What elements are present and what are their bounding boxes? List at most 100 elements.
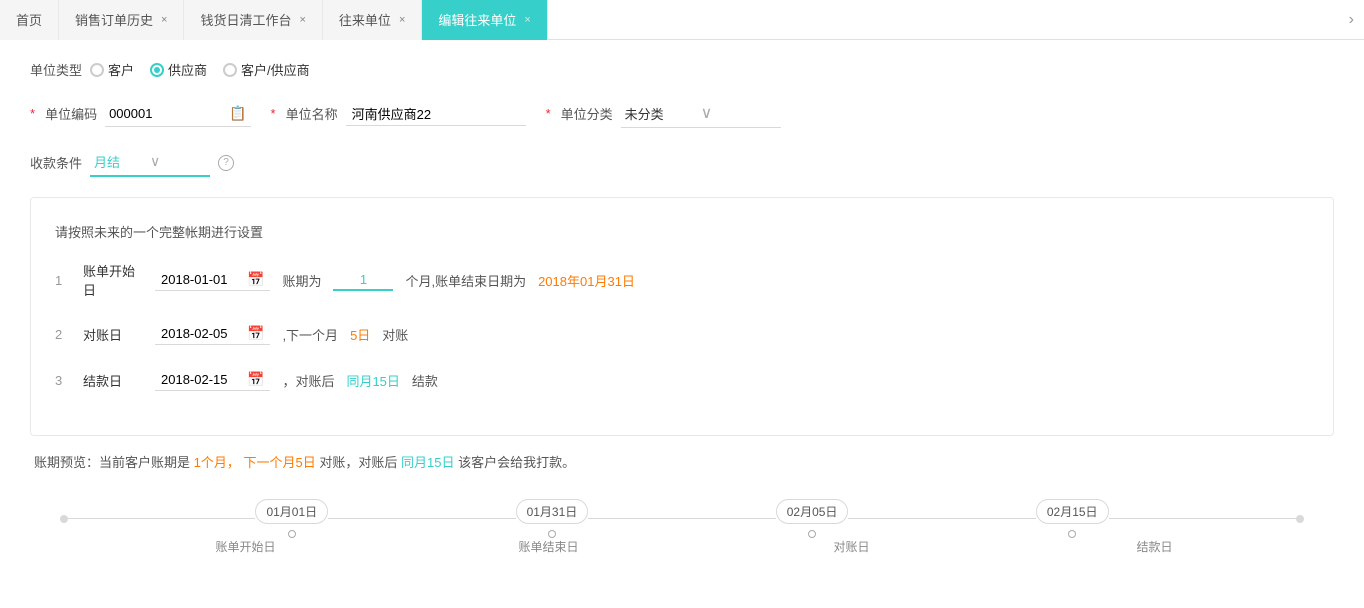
payment-value: 月结 [94, 152, 150, 171]
timeline-label-3: 对账日 [833, 540, 869, 554]
unit-type-label: 单位类型 [30, 60, 82, 79]
period-row-3: 3 结款日 📅 ，对账后 同月15日 结款 [55, 369, 1309, 391]
payment-field: 收款条件 月结 ∨ ? [30, 148, 234, 177]
radio-both[interactable]: 客户/供应商 [223, 60, 310, 79]
radio-circle-customer [90, 63, 104, 77]
reconcile-day: 5日 [350, 325, 370, 344]
reconcile-date-calendar-icon[interactable]: 📅 [247, 325, 264, 342]
period-row-2-label: 对账日 [83, 325, 143, 344]
timeline-dot-4 [1068, 530, 1076, 538]
unit-type-radio-group: 客户 供应商 客户/供应商 [90, 60, 310, 79]
timeline-labels: 账单开始日 账单结束日 对账日 结款日 [40, 538, 1324, 555]
timeline-point-2: 01月31日 [516, 499, 589, 538]
timeline-line-4 [848, 518, 1035, 519]
radio-customer-label: 客户 [108, 60, 134, 79]
payment-dropdown-icon: ∨ [150, 153, 206, 170]
unit-name-input[interactable] [346, 102, 526, 126]
preview-span3: 同月15日 [401, 455, 454, 470]
radio-both-label: 客户/供应商 [241, 60, 310, 79]
unit-info-row: * 单位编码 📋 * 单位名称 * 单位分类 未分类 ∨ [30, 99, 1334, 128]
reconcile-date-input[interactable] [161, 326, 241, 341]
period-row-3-label: 结款日 [83, 371, 143, 390]
timeline-line-2 [328, 518, 515, 519]
unit-type-field: 单位类型 客户 供应商 客户/供应商 [30, 60, 310, 79]
preview-span2: 下一个月5日 [244, 455, 316, 470]
unit-name-label: 单位名称 [286, 104, 338, 123]
timeline-dot-2 [548, 530, 556, 538]
tab-edit-partner[interactable]: 编辑往来单位 × [422, 0, 547, 40]
period-row-2-suffix: 对账 [382, 325, 408, 344]
category-dropdown-icon: ∨ [701, 103, 777, 123]
period-row-3-suffix: 结款 [412, 371, 438, 390]
close-tab-partners[interactable]: × [399, 14, 405, 26]
period-row-3-num: 3 [55, 373, 71, 388]
period-row-1-label: 账单开始日 [83, 261, 143, 299]
timeline-line-3 [588, 518, 775, 519]
payment-label: 收款条件 [30, 153, 82, 172]
main-content: 单位类型 客户 供应商 客户/供应商 * 单位编码 [0, 40, 1364, 608]
timeline-point-1: 01月01日 [255, 499, 328, 538]
timeline-badge-4: 02月15日 [1036, 499, 1109, 524]
period-row-1-prefix: 账期为 [282, 271, 321, 290]
start-date-input[interactable] [161, 272, 241, 287]
timeline-label-4: 结款日 [1136, 540, 1172, 554]
unit-code-star: * [30, 106, 35, 121]
unit-category-value: 未分类 [625, 104, 701, 123]
preview-middle: 对账，对账后 [319, 455, 397, 470]
timeline-label-2: 账单结束日 [518, 540, 578, 554]
payment-day: 同月15日 [346, 371, 399, 390]
unit-code-field: * 单位编码 📋 [30, 101, 251, 127]
period-row-1: 1 账单开始日 📅 账期为 个月,账单结束日期为 2018年01月31日 [55, 261, 1309, 299]
period-months-input[interactable] [333, 270, 393, 291]
start-date-calendar-icon[interactable]: 📅 [247, 271, 264, 288]
payment-row: 收款条件 月结 ∨ ? [30, 148, 1334, 177]
payment-date-input-box: 📅 [155, 369, 270, 391]
payment-date-calendar-icon[interactable]: 📅 [247, 371, 264, 388]
period-row-2-num: 2 [55, 327, 71, 342]
close-tab-sales-history[interactable]: × [161, 14, 167, 26]
tab-partners[interactable]: 往来单位 × [323, 0, 422, 40]
reconcile-date-input-box: 📅 [155, 323, 270, 345]
radio-supplier[interactable]: 供应商 [150, 60, 207, 79]
unit-code-input-wrapper: 📋 [105, 101, 250, 127]
copy-icon[interactable]: 📋 [229, 105, 246, 122]
period-config-box: 请按照未来的一个完整帐期进行设置 1 账单开始日 📅 账期为 个月,账单结束日期… [30, 197, 1334, 436]
unit-category-star: * [546, 106, 551, 121]
timeline-point-3: 02月05日 [776, 499, 849, 538]
timeline-badge-3: 02月05日 [776, 499, 849, 524]
tab-more-button[interactable]: › [1339, 11, 1364, 29]
period-row-2: 2 对账日 📅 ,下一个月 5日 对账 [55, 323, 1309, 345]
radio-circle-both [223, 63, 237, 77]
unit-code-input[interactable] [109, 106, 229, 121]
period-row-1-num: 1 [55, 273, 71, 288]
tab-sales-history[interactable]: 销售订单历史 × [59, 0, 184, 40]
unit-category-select[interactable]: 未分类 ∨ [621, 99, 781, 128]
timeline-point-4: 02月15日 [1036, 499, 1109, 538]
timeline-right-dot [1296, 515, 1304, 523]
tab-bar: 首页 销售订单历史 × 钱货日清工作台 × 往来单位 × 编辑往来单位 × › [0, 0, 1364, 40]
preview-text: 账期预览：当前客户账期是 1个月， 下一个月5日 对账，对账后 同月15日 该客… [30, 452, 1334, 471]
period-end-date: 2018年01月31日 [538, 271, 635, 290]
tab-home[interactable]: 首页 [0, 0, 59, 40]
timeline-line-5 [1109, 518, 1296, 519]
preview-span1: 1个月， [194, 455, 240, 470]
timeline-label-1: 账单开始日 [215, 540, 275, 554]
radio-supplier-label: 供应商 [168, 60, 207, 79]
start-date-input-box: 📅 [155, 269, 270, 291]
radio-customer[interactable]: 客户 [90, 60, 134, 79]
period-row-2-prefix: ,下一个月 [282, 325, 338, 344]
preview-suffix: 该客户会给我打款。 [458, 455, 575, 470]
timeline: 01月01日 01月31日 02月05日 02月15日 [40, 499, 1324, 538]
period-row-3-prefix: ，对账后 [282, 371, 334, 390]
close-tab-edit-partner[interactable]: × [524, 14, 530, 26]
unit-name-field: * 单位名称 [271, 102, 526, 126]
close-tab-cash-work[interactable]: × [299, 14, 305, 26]
payment-date-input[interactable] [161, 372, 241, 387]
timeline-badge-1: 01月01日 [255, 499, 328, 524]
payment-help-icon[interactable]: ? [218, 155, 234, 171]
period-hint: 请按照未来的一个完整帐期进行设置 [55, 222, 1309, 241]
tab-cash-work[interactable]: 钱货日清工作台 × [184, 0, 322, 40]
preview-prefix: 账期预览：当前客户账期是 [34, 455, 190, 470]
payment-select[interactable]: 月结 ∨ [90, 148, 210, 177]
period-row-1-suffix: 个月,账单结束日期为 [405, 271, 526, 290]
